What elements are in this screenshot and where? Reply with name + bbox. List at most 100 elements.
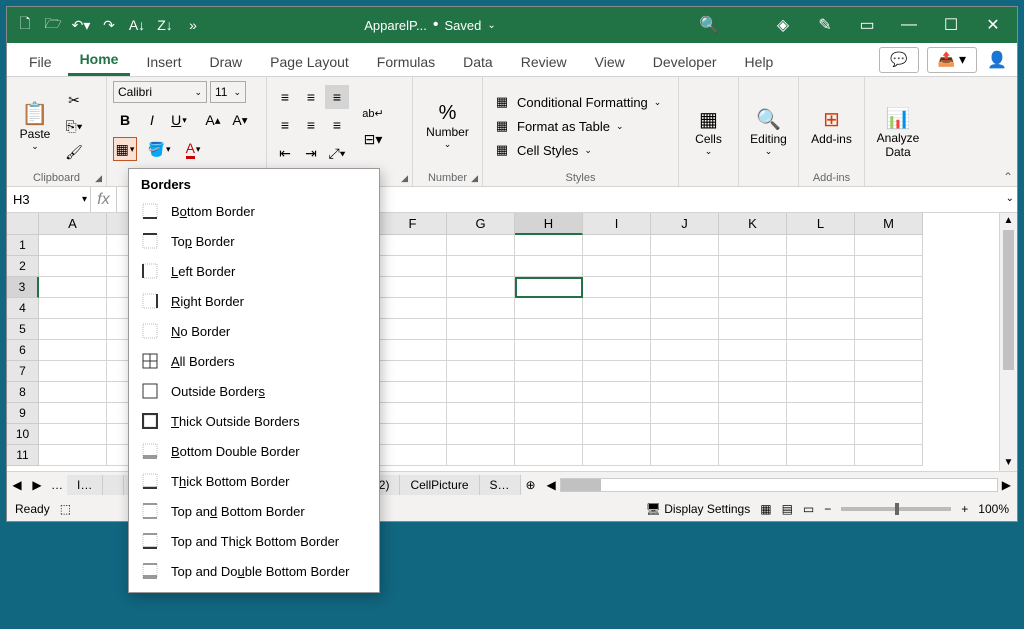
border-option[interactable]: Right Border <box>129 286 379 316</box>
tab-draw[interactable]: Draw <box>197 47 254 76</box>
cell[interactable] <box>855 382 923 403</box>
zoom-out-icon[interactable]: − <box>824 502 831 516</box>
sheet-nav-more-icon[interactable]: … <box>47 478 67 492</box>
border-option[interactable]: Thick Outside Borders <box>129 406 379 436</box>
border-option[interactable]: Top and Double Bottom Border <box>129 556 379 586</box>
cell[interactable] <box>719 235 787 256</box>
cell[interactable] <box>583 382 651 403</box>
cell[interactable] <box>447 319 515 340</box>
column-header[interactable]: I <box>583 213 651 235</box>
tab-help[interactable]: Help <box>733 47 786 76</box>
orientation-icon[interactable]: ⤢▾ <box>325 141 349 165</box>
decrease-indent-icon[interactable]: ⇤ <box>273 141 297 165</box>
cell[interactable] <box>583 277 651 298</box>
cell[interactable] <box>447 445 515 466</box>
cell[interactable] <box>379 298 447 319</box>
column-header[interactable]: J <box>651 213 719 235</box>
column-header[interactable]: G <box>447 213 515 235</box>
align-right-icon[interactable]: ≡ <box>325 113 349 137</box>
cell[interactable] <box>583 340 651 361</box>
row-header[interactable]: 6 <box>7 340 39 361</box>
sort-asc-icon[interactable]: A↓ <box>125 13 149 37</box>
cell[interactable] <box>855 340 923 361</box>
cell[interactable] <box>651 256 719 277</box>
column-header[interactable]: L <box>787 213 855 235</box>
cell[interactable] <box>787 445 855 466</box>
cell[interactable] <box>855 319 923 340</box>
merge-button[interactable]: ⊟▾ <box>357 127 389 151</box>
cell[interactable] <box>39 277 107 298</box>
cell[interactable] <box>583 424 651 445</box>
cell[interactable] <box>787 403 855 424</box>
cell[interactable] <box>719 403 787 424</box>
cell[interactable] <box>515 403 583 424</box>
row-header[interactable]: 3 <box>7 277 39 298</box>
account-icon[interactable]: 👤 <box>985 47 1009 73</box>
cell[interactable] <box>855 277 923 298</box>
cell[interactable] <box>39 235 107 256</box>
cell[interactable] <box>787 382 855 403</box>
borders-button[interactable]: ▦▾ <box>113 137 137 161</box>
cell[interactable] <box>379 403 447 424</box>
zoom-slider[interactable] <box>841 507 951 511</box>
cell[interactable] <box>39 382 107 403</box>
cell[interactable] <box>447 361 515 382</box>
cell[interactable] <box>39 256 107 277</box>
open-file-icon[interactable]: 🗁 <box>41 13 65 37</box>
align-top-icon[interactable]: ≡ <box>273 85 297 109</box>
tab-home[interactable]: Home <box>68 44 131 76</box>
sheet-tab[interactable]: I… <box>67 475 103 495</box>
row-header[interactable]: 1 <box>7 235 39 256</box>
cell[interactable] <box>787 256 855 277</box>
cell[interactable] <box>39 340 107 361</box>
border-option[interactable]: Top and Thick Bottom Border <box>129 526 379 556</box>
fx-icon[interactable]: fx <box>91 187 117 212</box>
brush-icon[interactable]: ✎ <box>805 11 845 39</box>
tab-data[interactable]: Data <box>451 47 505 76</box>
tab-view[interactable]: View <box>583 47 637 76</box>
cell[interactable] <box>379 361 447 382</box>
cell[interactable] <box>39 298 107 319</box>
cell[interactable] <box>447 403 515 424</box>
sheet-nav-next-icon[interactable]: ▶ <box>27 478 47 492</box>
cell[interactable] <box>651 235 719 256</box>
cell[interactable] <box>651 319 719 340</box>
scroll-up-icon[interactable]: ▲ <box>1000 213 1017 229</box>
tab-page-layout[interactable]: Page Layout <box>258 47 361 76</box>
cell[interactable] <box>39 319 107 340</box>
collapse-ribbon-icon[interactable]: ⌃ <box>1003 170 1013 184</box>
decrease-font-icon[interactable]: A▾ <box>228 108 252 132</box>
save-status-chevron-icon[interactable]: ⌄ <box>487 20 495 31</box>
cell[interactable] <box>787 235 855 256</box>
row-header[interactable]: 4 <box>7 298 39 319</box>
cell[interactable] <box>583 256 651 277</box>
cell[interactable] <box>379 382 447 403</box>
cell[interactable] <box>583 235 651 256</box>
cell[interactable] <box>583 319 651 340</box>
cell[interactable] <box>379 340 447 361</box>
zoom-level[interactable]: 100% <box>978 502 1009 516</box>
sheet-nav-prev-icon[interactable]: ◀ <box>7 478 27 492</box>
tab-developer[interactable]: Developer <box>641 47 729 76</box>
border-option[interactable]: Left Border <box>129 256 379 286</box>
cell[interactable] <box>719 319 787 340</box>
paste-button[interactable]: 📋 Paste ⌄ <box>13 101 57 152</box>
view-page-break-icon[interactable]: ▭ <box>803 502 814 516</box>
hscroll-right-icon[interactable]: ▶ <box>1002 478 1011 492</box>
cell[interactable] <box>583 445 651 466</box>
underline-button[interactable]: U▾ <box>167 108 191 132</box>
align-left-icon[interactable]: ≡ <box>273 113 297 137</box>
save-status[interactable]: Saved <box>444 18 481 33</box>
row-header[interactable]: 5 <box>7 319 39 340</box>
cell[interactable] <box>39 403 107 424</box>
border-option[interactable]: Bottom Double Border <box>129 436 379 466</box>
column-header[interactable]: H <box>515 213 583 235</box>
border-option[interactable]: Top and Bottom Border <box>129 496 379 526</box>
align-center-icon[interactable]: ≡ <box>299 113 323 137</box>
number-dialog-icon[interactable]: ◢ <box>471 173 478 184</box>
cell[interactable] <box>651 445 719 466</box>
row-header[interactable]: 7 <box>7 361 39 382</box>
border-option[interactable]: Bottom Border <box>129 196 379 226</box>
view-page-layout-icon[interactable]: ▤ <box>782 502 793 516</box>
cell[interactable] <box>719 256 787 277</box>
